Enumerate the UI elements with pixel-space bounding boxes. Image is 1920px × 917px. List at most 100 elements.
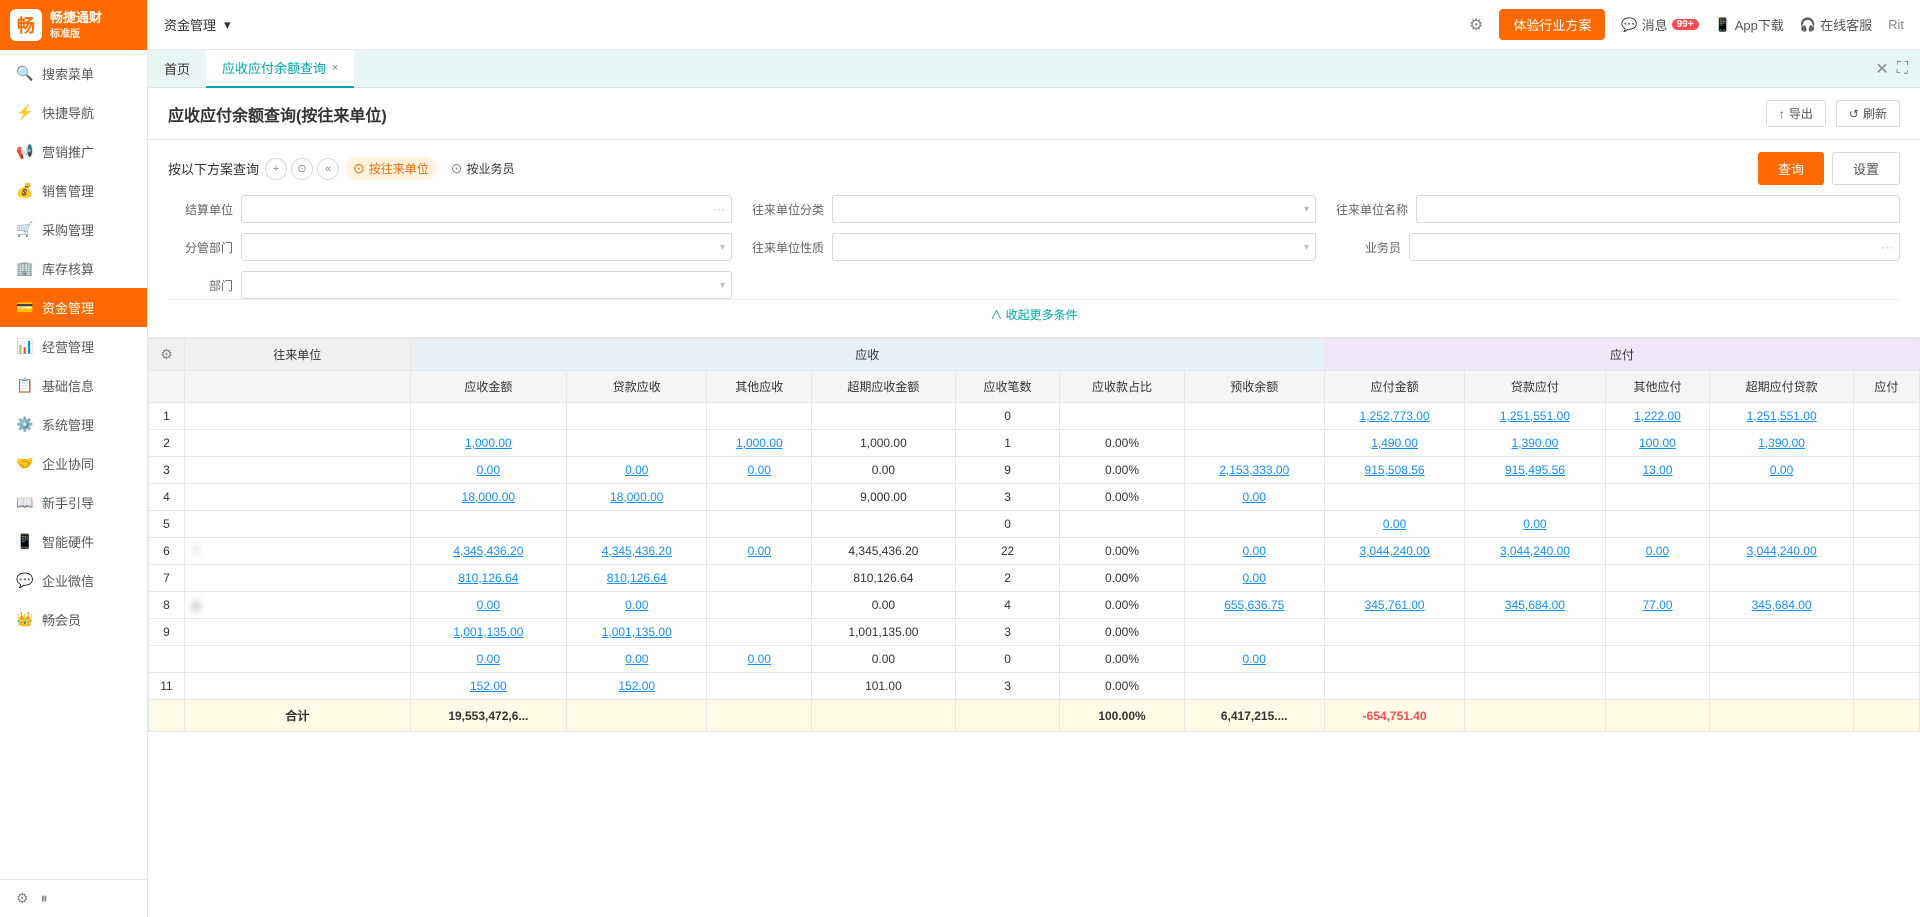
promo-button[interactable]: 体验行业方案 — [1499, 9, 1605, 40]
sidebar-item-label: 畅会员 — [42, 610, 81, 629]
partner-type-input[interactable]: ▾ — [832, 195, 1316, 223]
export-button[interactable]: ↑ 导出 — [1766, 100, 1826, 127]
header-gear-icon[interactable]: ⚙ — [1469, 15, 1483, 35]
sidebar-item-operations[interactable]: 📊 经营管理 — [0, 327, 147, 366]
vip-icon: 👑 — [16, 611, 34, 629]
settlement-input[interactable]: ··· — [241, 195, 732, 223]
footer-empty3 — [707, 700, 812, 732]
logo-title: 畅捷通财 — [50, 10, 102, 26]
filter-collapse-btn[interactable]: « — [317, 158, 339, 180]
th-ar-group: 应收 — [410, 339, 1324, 371]
filter-add-btn[interactable]: + — [265, 158, 287, 180]
filter-edit-btn[interactable]: ⊙ — [291, 158, 313, 180]
service-action[interactable]: 🎧 在线客服 — [1800, 15, 1872, 34]
setting-button[interactable]: 设置 — [1832, 152, 1900, 185]
footer-empty8 — [1710, 700, 1853, 732]
sidebar-menu: 🔍 搜索菜单 ⚡ 快捷导航 📢 营销推广 💰 销售管理 🛒 采购管理 🏢 库存核… — [0, 50, 147, 879]
sidebar-item-marketing[interactable]: 📢 营销推广 — [0, 132, 147, 171]
sidebar-item-quick-nav[interactable]: ⚡ 快捷导航 — [0, 93, 147, 132]
tab-bar-actions: ✕ ⛶ — [1875, 59, 1920, 79]
user-name[interactable]: Rit — [1888, 17, 1904, 32]
purchase-icon: 🛒 — [16, 221, 34, 239]
sidebar-item-system[interactable]: ⚙️ 系统管理 — [0, 405, 147, 444]
salesman-input[interactable]: ··· — [1409, 233, 1900, 261]
sidebar-item-guide[interactable]: 📖 新手引导 — [0, 483, 147, 522]
sidebar-settings-icon[interactable]: ⚙ — [16, 890, 29, 907]
sidebar-item-cooperation[interactable]: 🤝 企业协同 — [0, 444, 147, 483]
logo-sub: 标准版 — [50, 25, 102, 40]
footer-empty2 — [567, 700, 707, 732]
tab-ar-query[interactable]: 应收应付余额查询 × — [206, 50, 354, 88]
settlement-dots: ··· — [713, 202, 725, 216]
th-ar-credit: 贷款应收 — [567, 371, 707, 403]
table-row: 91,001,135.001,001,135.001,001,135.0030.… — [149, 619, 1920, 646]
partner-nature-input[interactable]: ▾ — [832, 233, 1316, 261]
sidebar-item-label: 营销推广 — [42, 142, 94, 161]
sidebar-item-basic-info[interactable]: 📋 基础信息 — [0, 366, 147, 405]
sidebar-item-label: 经营管理 — [42, 337, 94, 356]
filter-scheme-label: 按以下方案查询 — [168, 159, 259, 178]
field-label-division: 部门 — [168, 277, 233, 294]
sidebar-item-sales[interactable]: 💰 销售管理 — [0, 171, 147, 210]
field-label-salesman: 业务员 — [1336, 239, 1401, 256]
filter-scheme-salesman[interactable]: ⊙ 按业务员 — [443, 157, 523, 180]
refresh-button[interactable]: ↺ 刷新 — [1836, 100, 1900, 127]
sidebar-collapse-icon[interactable]: ⏸ — [41, 890, 48, 907]
footer-empty9 — [1853, 700, 1919, 732]
query-button[interactable]: 查询 — [1758, 152, 1824, 185]
data-table: ⚙ 往来单位 应收 应付 应收金额 贷款应收 — [148, 338, 1920, 732]
export-icon: ↑ — [1779, 107, 1785, 121]
division-input[interactable]: ▾ — [241, 271, 732, 299]
table-settings-icon[interactable]: ⚙ — [160, 346, 173, 362]
breadcrumb-arrow: ▾ — [224, 17, 231, 33]
tab-maximize-btn[interactable]: ⛶ — [1897, 60, 1908, 78]
sidebar-item-inventory[interactable]: 🏢 库存核算 — [0, 249, 147, 288]
filter-fields: 结算单位 ··· 往来单位分类 ▾ 往来单位名称 分管部门 ▾ — [168, 195, 1900, 299]
table-row: 6^4,345,436.204,345,436.200.004,345,436.… — [149, 538, 1920, 565]
app-download-action[interactable]: 📱 App下载 — [1715, 15, 1784, 34]
sidebar-item-search-menu[interactable]: 🔍 搜索菜单 — [0, 54, 147, 93]
salesman-dots: ··· — [1881, 240, 1893, 254]
sidebar-item-finance[interactable]: 💳 资金管理 — [0, 288, 147, 327]
field-label-dept: 分管部门 — [168, 239, 233, 256]
table-area[interactable]: ⚙ 往来单位 应收 应付 应收金额 贷款应收 — [148, 338, 1920, 917]
sidebar-item-label: 快捷导航 — [42, 103, 94, 122]
tab-bar: 首页 应收应付余额查询 × ✕ ⛶ — [148, 50, 1920, 88]
sidebar-item-label: 销售管理 — [42, 181, 94, 200]
th-ar-other: 其他应收 — [707, 371, 812, 403]
tab-close-window-btn[interactable]: ✕ — [1875, 59, 1888, 79]
filter-field-salesman: 业务员 ··· — [1336, 233, 1900, 261]
footer-ap-amount: -654,751.40 — [1324, 700, 1464, 732]
service-icon: 🎧 — [1800, 17, 1816, 33]
collapse-more-conditions[interactable]: ∧ 收起更多条件 — [168, 299, 1900, 329]
partner-name-input[interactable] — [1416, 195, 1900, 223]
sidebar-item-label: 智能硬件 — [42, 532, 94, 551]
search-menu-icon: 🔍 — [16, 65, 34, 83]
message-label: 消息 — [1642, 15, 1668, 34]
footer-empty6 — [1465, 700, 1605, 732]
footer-ar-amount: 19,553,472,6... — [410, 700, 566, 732]
field-label-partner-type: 往来单位分类 — [752, 201, 824, 218]
field-label-partner-name: 往来单位名称 — [1336, 201, 1408, 218]
sidebar-item-label: 采购管理 — [42, 220, 94, 239]
sidebar-item-label: 搜索菜单 — [42, 64, 94, 83]
filter-scheme-partner[interactable]: ⊙ 按往来单位 — [345, 157, 437, 180]
dept-arrow: ▾ — [720, 242, 725, 253]
basic-info-icon: 📋 — [16, 377, 34, 395]
marketing-icon: 📢 — [16, 143, 34, 161]
filter-icons: + ⊙ « — [265, 158, 339, 180]
quick-nav-icon: ⚡ — [16, 104, 34, 122]
th-partner-group: 往来单位 — [185, 339, 411, 371]
message-action[interactable]: 💬 消息 99+ — [1621, 15, 1698, 34]
sidebar: 畅 畅捷通财 标准版 🔍 搜索菜单 ⚡ 快捷导航 📢 营销推广 💰 销售管理 🛒… — [0, 0, 148, 917]
dept-input[interactable]: ▾ — [241, 233, 732, 261]
sidebar-item-vip[interactable]: 👑 畅会员 — [0, 600, 147, 639]
tab-close-icon[interactable]: × — [332, 62, 338, 74]
tab-home[interactable]: 首页 — [148, 50, 206, 88]
breadcrumb-text: 资金管理 — [164, 15, 216, 34]
table-row: 11152.00152.00101.0030.00% — [149, 673, 1920, 700]
sidebar-item-wechat[interactable]: 💬 企业微信 — [0, 561, 147, 600]
table-row: 500.000.00 — [149, 511, 1920, 538]
sidebar-item-purchase[interactable]: 🛒 采购管理 — [0, 210, 147, 249]
sidebar-item-smart-hw[interactable]: 📱 智能硬件 — [0, 522, 147, 561]
